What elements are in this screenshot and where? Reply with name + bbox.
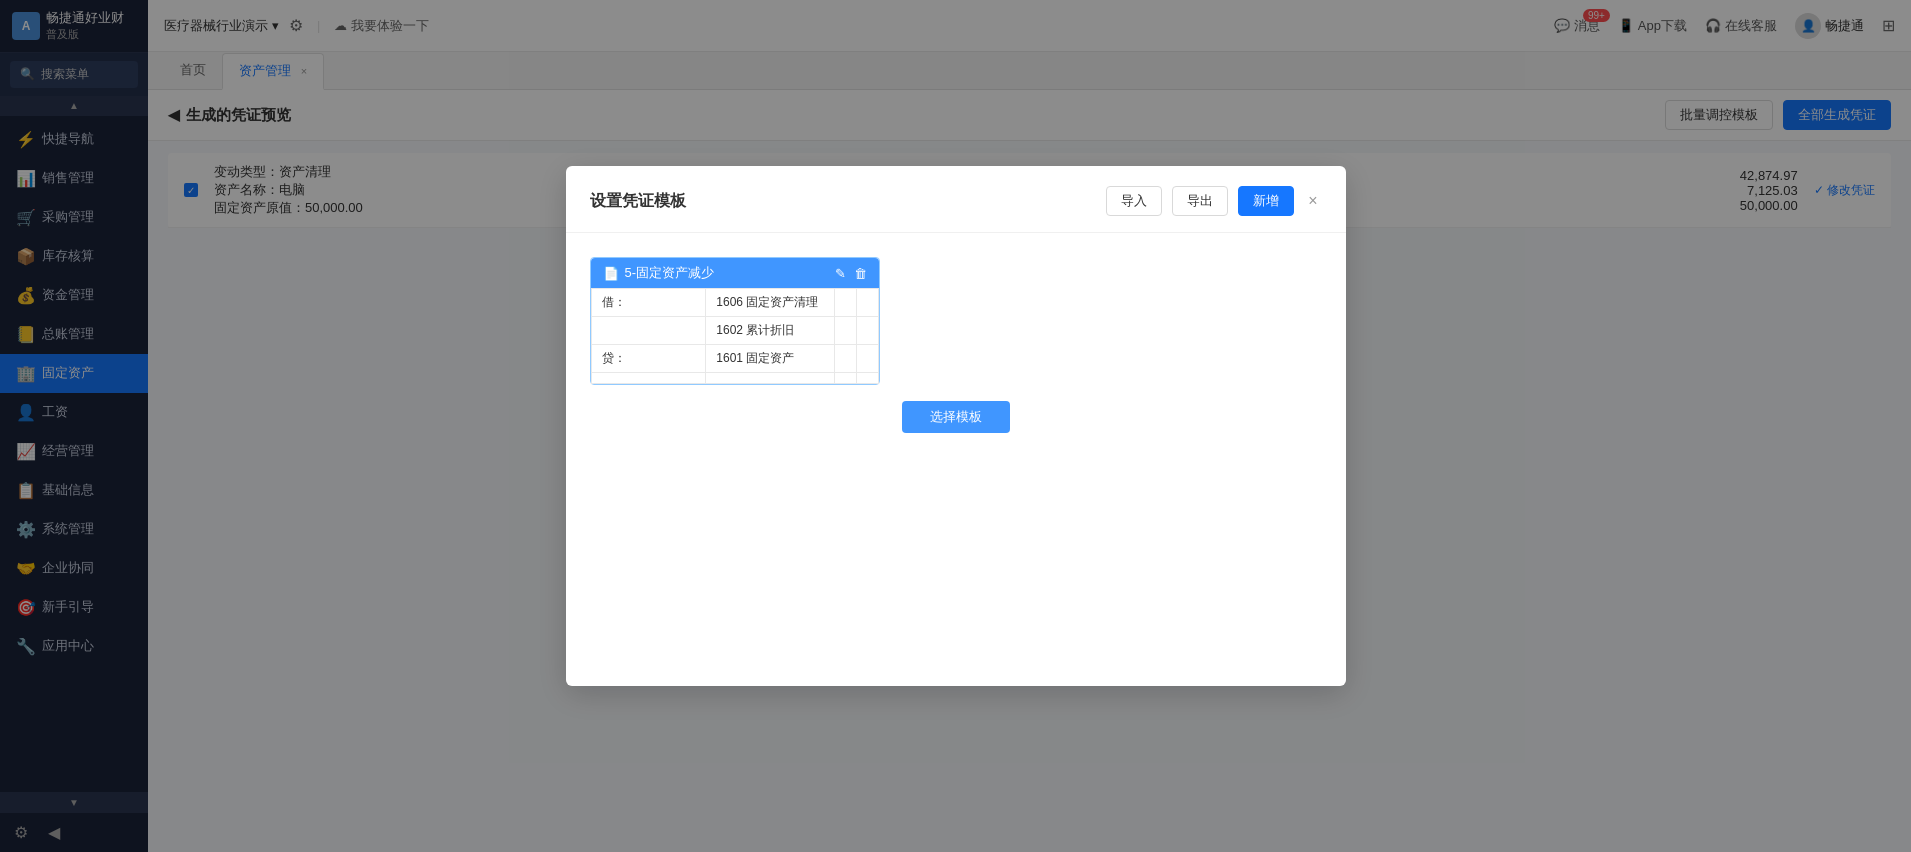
entry-col2 (856, 289, 878, 317)
modal-overlay: 设置凭证模板 导入 导出 新增 × 📄 5-固定资产减少 ✎ 🗑 (0, 0, 1911, 852)
entry-code: 1606 固定资产清理 (706, 289, 834, 317)
select-template-button[interactable]: 选择模板 (902, 401, 1010, 433)
template-card-header: 📄 5-固定资产减少 ✎ 🗑 (591, 258, 879, 288)
entry-side: 借： (591, 289, 706, 317)
modal-body: 📄 5-固定资产减少 ✎ 🗑 借： 1606 固定资产清理 (566, 233, 1346, 686)
entry-code: 1602 累计折旧 (706, 317, 834, 345)
entry-col1 (834, 345, 856, 373)
template-card: 📄 5-固定资产减少 ✎ 🗑 借： 1606 固定资产清理 (590, 257, 880, 385)
template-card-actions: ✎ 🗑 (835, 266, 867, 281)
entry-side (591, 373, 706, 384)
export-button[interactable]: 导出 (1172, 186, 1228, 216)
template-row: 1602 累计折旧 (591, 317, 878, 345)
template-row (591, 373, 878, 384)
new-template-button[interactable]: 新增 (1238, 186, 1294, 216)
import-button[interactable]: 导入 (1106, 186, 1162, 216)
entry-code: 1601 固定资产 (706, 345, 834, 373)
modal-set-template: 设置凭证模板 导入 导出 新增 × 📄 5-固定资产减少 ✎ 🗑 (566, 166, 1346, 686)
modal-header-actions: 导入 导出 新增 × (1106, 186, 1321, 216)
template-row: 贷： 1601 固定资产 (591, 345, 878, 373)
template-doc-icon: 📄 (603, 266, 619, 281)
modal-header: 设置凭证模板 导入 导出 新增 × (566, 166, 1346, 233)
entry-col2 (856, 345, 878, 373)
entry-col1 (834, 373, 856, 384)
entry-side: 贷： (591, 345, 706, 373)
template-row: 借： 1606 固定资产清理 (591, 289, 878, 317)
template-name: 5-固定资产减少 (625, 264, 715, 282)
entry-code (706, 373, 834, 384)
template-card-title-area: 📄 5-固定资产减少 (603, 264, 715, 282)
modal-close-button[interactable]: × (1304, 192, 1321, 210)
template-card-body: 借： 1606 固定资产清理 1602 累计折旧 贷： 1601 固定资产 (591, 288, 879, 384)
template-entries-table: 借： 1606 固定资产清理 1602 累计折旧 贷： 1601 固定资产 (591, 288, 879, 384)
entry-col2 (856, 317, 878, 345)
entry-side (591, 317, 706, 345)
edit-template-icon[interactable]: ✎ (835, 266, 846, 281)
entry-col2 (856, 373, 878, 384)
entry-col1 (834, 289, 856, 317)
entry-col1 (834, 317, 856, 345)
modal-title: 设置凭证模板 (590, 191, 686, 212)
delete-template-icon[interactable]: 🗑 (854, 266, 867, 281)
